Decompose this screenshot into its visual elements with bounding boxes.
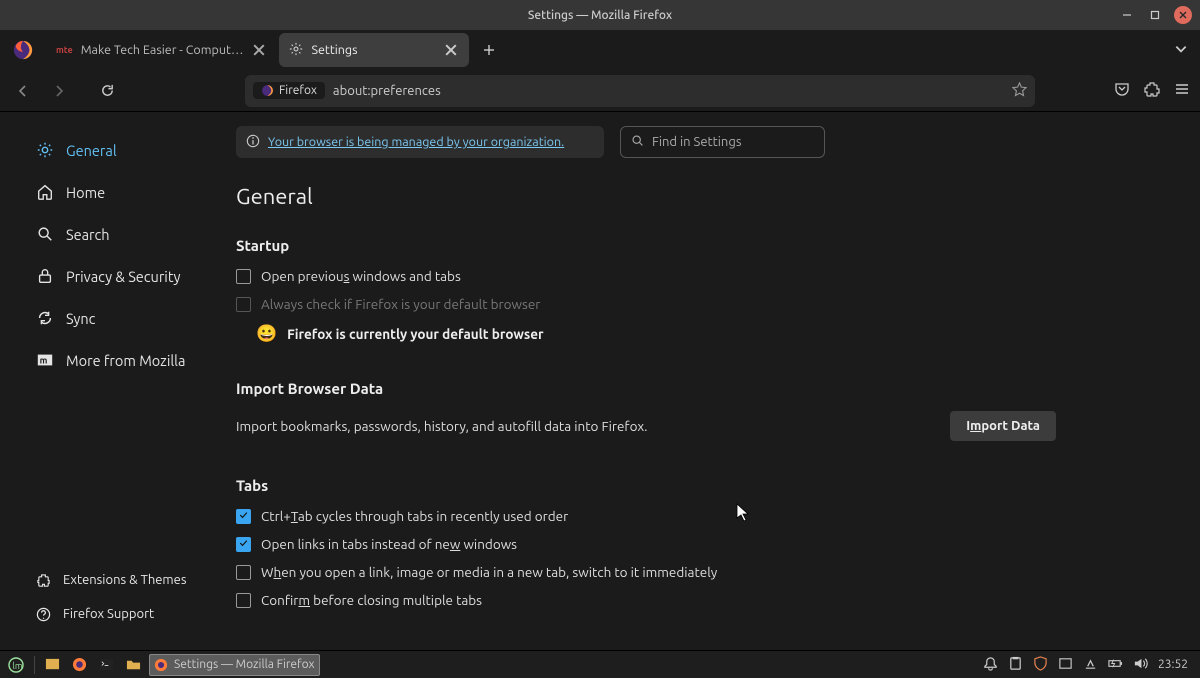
managed-notice-link[interactable]: Your browser is being managed by your or… bbox=[268, 135, 564, 149]
settings-main: Your browser is being managed by your or… bbox=[222, 112, 1200, 650]
section-heading: Import Browser Data bbox=[236, 380, 1176, 397]
page-title: General bbox=[236, 184, 1176, 209]
sidebar-item-search[interactable]: Search bbox=[32, 214, 212, 254]
checkbox-icon bbox=[236, 297, 251, 312]
sidebar-label: Home bbox=[66, 184, 105, 201]
tab-make-tech-easier[interactable]: mte Make Tech Easier - Comput… bbox=[46, 33, 277, 67]
url-bar[interactable]: Firefox about:preferences bbox=[245, 75, 1035, 107]
tab-settings[interactable]: Settings bbox=[279, 33, 469, 67]
section-import: Import Browser Data Import bookmarks, pa… bbox=[236, 380, 1176, 441]
search-icon bbox=[631, 134, 644, 150]
section-heading: Startup bbox=[236, 237, 1176, 254]
identity-badge[interactable]: Firefox bbox=[253, 82, 325, 99]
site-icon: mte bbox=[56, 45, 73, 55]
navigation-toolbar: Firefox about:preferences bbox=[0, 70, 1200, 112]
managed-notice: Your browser is being managed by your or… bbox=[236, 126, 604, 158]
sidebar-label: Extensions & Themes bbox=[63, 573, 186, 587]
close-icon[interactable] bbox=[443, 42, 459, 58]
info-icon bbox=[246, 134, 260, 151]
tab-label: Make Tech Easier - Comput… bbox=[81, 43, 244, 57]
sidebar-label: Sync bbox=[66, 310, 95, 327]
import-data-button[interactable]: Import Data bbox=[950, 411, 1056, 441]
forward-button[interactable] bbox=[46, 78, 72, 104]
volume-icon[interactable] bbox=[1133, 656, 1148, 674]
section-heading: Tabs bbox=[236, 477, 1176, 494]
checkbox-always-default: Always check if Firefox is your default … bbox=[236, 296, 1176, 312]
start-menu-button[interactable]: lm bbox=[4, 654, 28, 676]
extensions-icon[interactable] bbox=[1144, 81, 1160, 100]
menu-icon[interactable] bbox=[1174, 81, 1190, 100]
new-tab-button[interactable] bbox=[475, 36, 503, 64]
tabs-dropdown-button[interactable] bbox=[1174, 42, 1188, 59]
clock[interactable]: 23:52 bbox=[1158, 658, 1188, 671]
sidebar-label: General bbox=[66, 142, 117, 159]
checkbox-ctrl-tab[interactable]: Ctrl+Tab cycles through tabs in recently… bbox=[236, 508, 1176, 524]
sidebar-item-more-mozilla[interactable]: m More from Mozilla bbox=[32, 340, 212, 380]
pocket-icon[interactable] bbox=[1114, 81, 1130, 100]
settings-content: General Home Search Privacy & Security S… bbox=[0, 112, 1200, 650]
taskbar-firefox-window[interactable]: Settings — Mozilla Firefox bbox=[149, 654, 320, 676]
sidebar-item-privacy[interactable]: Privacy & Security bbox=[32, 256, 212, 296]
desktop-taskbar: lm Settings — Mozilla Firefox 23:52 bbox=[0, 650, 1200, 678]
minimize-button[interactable] bbox=[1118, 6, 1136, 24]
checkbox-icon bbox=[236, 537, 251, 552]
checkbox-open-previous[interactable]: Open previous windows and tabs bbox=[236, 268, 1176, 284]
gear-icon bbox=[289, 42, 303, 59]
section-tabs: Tabs Ctrl+Tab cycles through tabs in rec… bbox=[236, 477, 1176, 608]
tab-strip: mte Make Tech Easier - Comput… Settings bbox=[0, 30, 1200, 70]
settings-sidebar: General Home Search Privacy & Security S… bbox=[0, 112, 222, 650]
checkbox-icon bbox=[236, 593, 251, 608]
firefox-icon bbox=[12, 39, 34, 61]
divider bbox=[34, 656, 35, 674]
close-button[interactable] bbox=[1174, 6, 1192, 24]
checkbox-icon bbox=[236, 509, 251, 524]
shield-icon[interactable] bbox=[1033, 656, 1048, 674]
checkbox-switch-immediately[interactable]: When you open a link, image or media in … bbox=[236, 564, 1176, 580]
system-tray: 23:52 bbox=[983, 656, 1196, 674]
checkbox-open-links-tabs[interactable]: Open links in tabs instead of new window… bbox=[236, 536, 1176, 552]
notification-icon[interactable] bbox=[983, 656, 998, 674]
sidebar-item-sync[interactable]: Sync bbox=[32, 298, 212, 338]
sidebar-item-extensions[interactable]: Extensions & Themes bbox=[32, 564, 212, 596]
clipboard-icon[interactable] bbox=[1008, 656, 1023, 674]
sidebar-label: Search bbox=[66, 226, 110, 243]
svg-text:lm: lm bbox=[13, 661, 23, 671]
search-settings-input[interactable]: Find in Settings bbox=[620, 126, 825, 158]
reload-button[interactable] bbox=[94, 78, 120, 104]
smile-icon: 😀 bbox=[256, 324, 277, 344]
import-description: Import bookmarks, passwords, history, an… bbox=[236, 418, 648, 434]
window-titlebar: Settings — Mozilla Firefox bbox=[0, 0, 1200, 30]
svg-text:m: m bbox=[40, 356, 48, 366]
firefox-launcher[interactable] bbox=[68, 654, 91, 676]
back-button[interactable] bbox=[10, 78, 36, 104]
sidebar-label: Privacy & Security bbox=[66, 268, 181, 285]
tab-label: Settings bbox=[311, 43, 357, 57]
files-launcher[interactable] bbox=[122, 654, 145, 676]
sidebar-label: More from Mozilla bbox=[66, 352, 185, 369]
checkbox-icon bbox=[236, 269, 251, 284]
battery-icon[interactable] bbox=[1108, 656, 1123, 674]
sidebar-item-support[interactable]: Firefox Support bbox=[32, 598, 212, 630]
search-placeholder: Find in Settings bbox=[652, 135, 741, 149]
window-title: Settings — Mozilla Firefox bbox=[528, 9, 672, 22]
url-text: about:preferences bbox=[333, 84, 441, 98]
sidebar-item-general[interactable]: General bbox=[32, 130, 212, 170]
section-startup: Startup Open previous windows and tabs A… bbox=[236, 237, 1176, 344]
checkbox-icon bbox=[236, 565, 251, 580]
network-icon[interactable] bbox=[1083, 656, 1098, 674]
bookmark-star-icon[interactable] bbox=[1012, 82, 1027, 100]
window-controls bbox=[1118, 6, 1192, 24]
show-desktop-button[interactable] bbox=[41, 654, 64, 676]
maximize-button[interactable] bbox=[1146, 6, 1164, 24]
tray-status-icon[interactable] bbox=[1058, 656, 1073, 674]
sidebar-label: Firefox Support bbox=[63, 607, 154, 621]
sidebar-item-home[interactable]: Home bbox=[32, 172, 212, 212]
toolbar-right-icons bbox=[1114, 81, 1190, 100]
close-icon[interactable] bbox=[251, 42, 267, 58]
default-browser-status: 😀 Firefox is currently your default brow… bbox=[256, 324, 1176, 344]
terminal-launcher[interactable] bbox=[95, 654, 118, 676]
checkbox-confirm-close[interactable]: Confirm before closing multiple tabs bbox=[236, 592, 1176, 608]
